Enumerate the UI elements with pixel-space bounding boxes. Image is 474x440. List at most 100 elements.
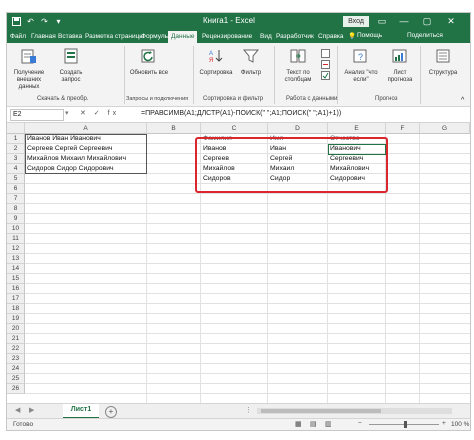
tab-page-layout[interactable]: Разметка страницы [85, 30, 144, 43]
spreadsheet-grid[interactable]: A B C D E F G 1 2 3 4 5 6 7 8 9 10 11 12 13 14 15 16 17 1… [7, 123, 470, 403]
row-header[interactable]: 24 [7, 364, 25, 374]
tab-review[interactable]: Рецензирование [202, 30, 252, 43]
row-header[interactable]: 25 [7, 374, 25, 384]
what-if-button[interactable]: ? Анализ "что если" [341, 47, 381, 84]
tab-insert[interactable]: Вставка [58, 30, 82, 43]
tab-file[interactable]: Файл [10, 30, 26, 43]
formula-input[interactable]: =ПРАВСИМВ(A1;ДЛСТР(A1)-ПОИСК(" ";A1;ПОИС… [141, 110, 341, 117]
window-title: Книга1 - Excel [203, 16, 255, 25]
svg-text:Я: Я [209, 58, 213, 64]
grid-row-line [25, 293, 470, 294]
zoom-in-button[interactable]: + [442, 420, 446, 427]
sort-button[interactable]: АЯ Сортировка [197, 47, 235, 77]
forecast-sheet-label: Лист прогноза [387, 70, 413, 83]
row-header[interactable]: 1 [7, 134, 25, 144]
row-header[interactable]: 4 [7, 164, 25, 174]
row-header[interactable]: 16 [7, 284, 25, 294]
prev-sheet-icon[interactable]: ◀ [15, 406, 20, 414]
undo-icon[interactable]: ↶ [25, 16, 36, 27]
svg-text:А: А [209, 51, 213, 57]
row-header[interactable]: 22 [7, 344, 25, 354]
close-button[interactable]: ✕ [444, 15, 458, 27]
column-header-f[interactable]: F [386, 123, 420, 134]
new-query-label: Создать запрос [59, 70, 83, 83]
grid-row-line [25, 263, 470, 264]
tab-help[interactable]: Справка [318, 30, 344, 43]
row-header[interactable]: 14 [7, 264, 25, 274]
row-header[interactable]: 10 [7, 224, 25, 234]
range-border-a1-a4 [25, 134, 147, 174]
restore-button[interactable]: ▢ [420, 15, 434, 27]
zoom-slider-thumb[interactable] [404, 421, 407, 428]
add-sheet-button[interactable]: + [105, 406, 117, 418]
signin-button[interactable]: Вход [343, 16, 369, 27]
save-icon[interactable] [11, 16, 22, 27]
column-header-a[interactable]: A [25, 123, 147, 134]
formula-bar-icons[interactable]: ✕ ✓ fx [80, 109, 119, 117]
outline-icon [423, 47, 463, 68]
next-sheet-icon[interactable]: ▶ [29, 406, 34, 414]
share-button[interactable]: Поделиться [407, 32, 443, 39]
sort-icon: АЯ [197, 47, 235, 68]
row-header[interactable]: 26 [7, 384, 25, 394]
forecast-sheet-button[interactable]: Лист прогноза [383, 47, 417, 84]
row-header[interactable]: 23 [7, 354, 25, 364]
refresh-all-button[interactable]: Обновить все [129, 47, 169, 77]
flash-fill-icon[interactable] [321, 49, 330, 60]
select-all-corner[interactable] [7, 123, 25, 134]
tab-split-icon[interactable]: ⋮ [245, 406, 252, 414]
sheet-tab-active[interactable]: Лист1 [63, 404, 99, 419]
row-header[interactable]: 8 [7, 204, 25, 214]
grid-row-line [25, 203, 470, 204]
column-header-b[interactable]: B [147, 123, 201, 134]
row-header[interactable]: 6 [7, 184, 25, 194]
tell-me-button[interactable]: Помощь [357, 32, 382, 39]
row-header[interactable]: 3 [7, 154, 25, 164]
zoom-out-button[interactable]: − [358, 420, 362, 427]
column-header-g[interactable]: G [420, 123, 470, 134]
new-query-icon [51, 47, 91, 68]
row-header[interactable]: 9 [7, 214, 25, 224]
redo-icon[interactable]: ↷ [39, 16, 50, 27]
tab-home[interactable]: Главная [31, 30, 56, 43]
tab-formulas[interactable]: Формулы [141, 30, 169, 43]
filter-button[interactable]: Фильтр [235, 47, 267, 77]
row-header[interactable]: 7 [7, 194, 25, 204]
row-header[interactable]: 18 [7, 304, 25, 314]
ribbon-display-icon[interactable]: ▭ [375, 15, 389, 27]
row-header[interactable]: 21 [7, 334, 25, 344]
horizontal-scroll-thumb[interactable] [261, 409, 381, 413]
row-header[interactable]: 11 [7, 234, 25, 244]
horizontal-scrollbar[interactable] [257, 408, 452, 414]
grid-row-line [25, 213, 470, 214]
tab-view[interactable]: Вид [260, 30, 272, 43]
row-header[interactable]: 13 [7, 254, 25, 264]
row-header[interactable]: 2 [7, 144, 25, 154]
page-layout-view-icon[interactable]: ▤ [310, 420, 317, 428]
text-to-columns-button[interactable]: Текст по столбцам [278, 47, 318, 84]
row-header[interactable]: 20 [7, 324, 25, 334]
data-validation-icon[interactable] [321, 71, 330, 82]
row-header[interactable]: 12 [7, 244, 25, 254]
remove-duplicates-icon[interactable] [321, 60, 330, 71]
column-header-c[interactable]: C [201, 123, 268, 134]
page-break-view-icon[interactable]: ▥ [325, 420, 332, 428]
new-query-button[interactable]: Создать запрос [51, 47, 91, 84]
tab-developer[interactable]: Разработчик [276, 30, 314, 43]
collapse-ribbon-icon[interactable]: ^ [461, 97, 464, 104]
customize-qat-icon[interactable]: ▾ [53, 16, 64, 27]
row-header[interactable]: 15 [7, 274, 25, 284]
row-header[interactable]: 19 [7, 314, 25, 324]
tab-data[interactable]: Данные [168, 31, 198, 43]
row-header[interactable]: 17 [7, 294, 25, 304]
outline-button[interactable]: Структура [423, 47, 463, 77]
row-header[interactable]: 5 [7, 174, 25, 184]
zoom-level[interactable]: 100 % [451, 421, 469, 428]
name-box[interactable]: E2 [10, 109, 64, 121]
minimize-button[interactable]: — [397, 15, 411, 27]
get-data-button[interactable]: Получение внешних данных [11, 47, 47, 91]
column-header-e[interactable]: E [328, 123, 386, 134]
normal-view-icon[interactable]: ▦ [295, 420, 302, 428]
name-box-dropdown-icon[interactable]: ▾ [65, 109, 69, 117]
column-header-d[interactable]: D [268, 123, 328, 134]
